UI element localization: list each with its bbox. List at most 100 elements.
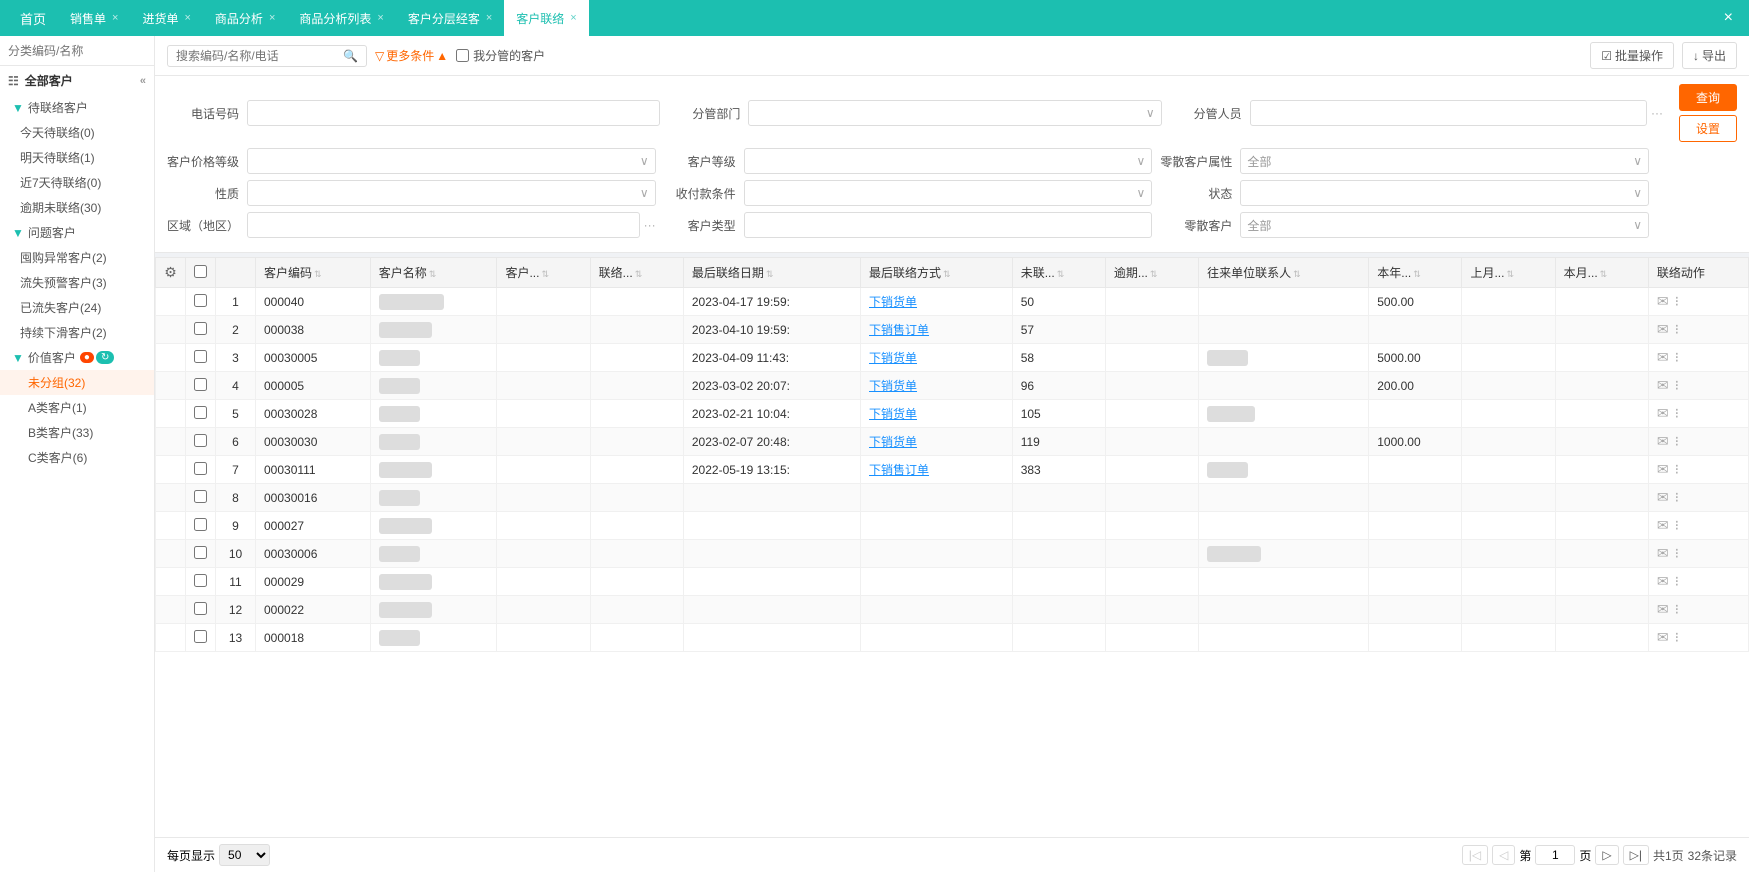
prev-page-btn[interactable]: ◁ <box>1492 845 1515 865</box>
per-page-select[interactable]: 50 100 200 <box>219 844 270 866</box>
value-customer-group[interactable]: ▼ 价值客户 ● ↻ <box>0 345 154 370</box>
close-purchase-tab[interactable]: × <box>184 12 190 24</box>
more-icon[interactable]: ⁝ <box>1675 489 1679 506</box>
nav-tab-customer-segment[interactable]: 客户分层经客 × <box>396 0 504 36</box>
sidebar-item-tomorrow[interactable]: 明天待联络(1) <box>0 145 154 170</box>
filter-person-input[interactable] <box>1250 100 1647 126</box>
contact-icon[interactable]: ✉ <box>1657 321 1669 338</box>
sidebar-item-overdue[interactable]: 逾期未联络(30) <box>0 195 154 220</box>
problem-customer-group[interactable]: ▼ 问题客户 <box>0 220 154 245</box>
row-checkbox[interactable] <box>194 434 207 447</box>
select-all-checkbox[interactable] <box>194 265 207 278</box>
sidebar-item-b-class[interactable]: B类客户(33) <box>0 420 154 445</box>
more-icon[interactable]: ⁝ <box>1675 629 1679 646</box>
sidebar-item-7days[interactable]: 近7天待联络(0) <box>0 170 154 195</box>
contact-method-link[interactable]: 下销货单 <box>869 351 917 365</box>
query-button[interactable]: 查询 <box>1679 84 1737 111</box>
page-number-input[interactable] <box>1535 845 1575 865</box>
th-code[interactable]: 客户编码⇅ <box>256 258 371 288</box>
contact-method-link[interactable]: 下销货单 <box>869 295 917 309</box>
more-icon[interactable]: ⁝ <box>1675 321 1679 338</box>
close-product-analysis-list-tab[interactable]: × <box>377 12 383 24</box>
th-settings[interactable]: ⚙ <box>156 258 186 288</box>
reset-button[interactable]: 设置 <box>1679 115 1737 142</box>
row-checkbox[interactable] <box>194 294 207 307</box>
row-checkbox[interactable] <box>194 406 207 419</box>
row-checkbox[interactable] <box>194 378 207 391</box>
more-icon[interactable]: ⁝ <box>1675 573 1679 590</box>
contact-icon[interactable]: ✉ <box>1657 517 1669 534</box>
last-page-btn[interactable]: ▷| <box>1623 845 1649 865</box>
more-icon[interactable]: ⁝ <box>1675 405 1679 422</box>
sidebar-all-customers[interactable]: ☷ 全部客户 « <box>0 66 154 95</box>
th-type[interactable]: 客户...⇅ <box>497 258 590 288</box>
th-last-contact-method[interactable]: 最后联络方式⇅ <box>861 258 1013 288</box>
contact-icon[interactable]: ✉ <box>1657 545 1669 562</box>
contact-icon[interactable]: ✉ <box>1657 433 1669 450</box>
row-checkbox[interactable] <box>194 574 207 587</box>
contact-method-link[interactable]: 下销售订单 <box>869 463 929 477</box>
pending-contact-group[interactable]: ▼ 待联络客户 <box>0 95 154 120</box>
th-name[interactable]: 客户名称⇅ <box>370 258 497 288</box>
row-checkbox[interactable] <box>194 546 207 559</box>
row-checkbox[interactable] <box>194 350 207 363</box>
nav-tab-customer-contact[interactable]: 客户联络 × <box>504 0 588 36</box>
filter-region-input[interactable] <box>247 212 640 238</box>
filter-phone-input[interactable] <box>247 100 660 126</box>
more-icon[interactable]: ⁝ <box>1675 601 1679 618</box>
contact-icon[interactable]: ✉ <box>1657 377 1669 394</box>
contact-icon[interactable]: ✉ <box>1657 461 1669 478</box>
th-last-contact-date[interactable]: 最后联络日期⇅ <box>683 258 860 288</box>
sidebar-item-ungrouped[interactable]: 未分组(32) <box>0 370 154 395</box>
more-icon[interactable]: ⁝ <box>1675 517 1679 534</box>
th-no-contact[interactable]: 未联...⇅ <box>1012 258 1105 288</box>
filter-cust-level-select[interactable]: ∨ <box>744 148 1153 174</box>
nav-home[interactable]: 首页 <box>8 9 58 28</box>
refresh-icon[interactable]: ↻ <box>96 351 114 364</box>
row-checkbox[interactable] <box>194 322 207 335</box>
filter-scatter-attr-select[interactable]: 全部 ∨ <box>1240 148 1649 174</box>
th-last-month[interactable]: 上月...⇅ <box>1462 258 1555 288</box>
nav-tab-product-analysis[interactable]: 商品分析 × <box>203 0 287 36</box>
contact-icon[interactable]: ✉ <box>1657 573 1669 590</box>
contact-icon[interactable]: ✉ <box>1657 629 1669 646</box>
contact-icon[interactable]: ✉ <box>1657 293 1669 310</box>
my-customers-check[interactable]: 我分管的客户 <box>456 47 545 64</box>
more-icon[interactable]: ⁝ <box>1675 349 1679 366</box>
row-checkbox[interactable] <box>194 462 207 475</box>
th-overdue[interactable]: 逾期...⇅ <box>1105 258 1198 288</box>
sidebar-item-c-class[interactable]: C类客户(6) <box>0 445 154 470</box>
row-checkbox[interactable] <box>194 602 207 615</box>
more-icon[interactable]: ⁝ <box>1675 377 1679 394</box>
more-icon[interactable]: ⁝ <box>1675 293 1679 310</box>
close-customer-segment-tab[interactable]: × <box>486 12 492 24</box>
th-this-year[interactable]: 本年...⇅ <box>1369 258 1462 288</box>
next-page-btn[interactable]: ▷ <box>1595 845 1618 865</box>
contact-icon[interactable]: ✉ <box>1657 601 1669 618</box>
nav-tab-product-analysis-list[interactable]: 商品分析列表 × <box>287 0 395 36</box>
search-icon[interactable]: 🔍 <box>343 49 358 63</box>
export-button[interactable]: ↓ 导出 <box>1682 42 1737 69</box>
search-input[interactable] <box>176 49 343 63</box>
filter-nature-select[interactable]: ∨ <box>247 180 656 206</box>
sidebar-item-today[interactable]: 今天待联络(0) <box>0 120 154 145</box>
my-customers-checkbox[interactable] <box>456 49 469 62</box>
close-all-button[interactable]: × <box>1716 9 1741 27</box>
nav-tab-sales[interactable]: 销售单 × <box>58 0 130 36</box>
sidebar-item-churn-warning[interactable]: 流失预警客户(3) <box>0 270 154 295</box>
contact-method-link[interactable]: 下销售订单 <box>869 323 929 337</box>
sidebar-item-a-class[interactable]: A类客户(1) <box>0 395 154 420</box>
nav-tab-purchase[interactable]: 进货单 × <box>130 0 202 36</box>
settings-gear-icon[interactable]: ⚙ <box>164 264 177 280</box>
more-icon[interactable]: ⁝ <box>1675 461 1679 478</box>
sidebar-item-churned[interactable]: 已流失客户(24) <box>0 295 154 320</box>
close-product-analysis-tab[interactable]: × <box>269 12 275 24</box>
more-icon[interactable]: ⁝ <box>1675 545 1679 562</box>
filter-payment-select[interactable]: ∨ <box>744 180 1153 206</box>
contact-method-link[interactable]: 下销货单 <box>869 407 917 421</box>
person-dots-btn[interactable]: ··· <box>1651 106 1663 120</box>
sidebar-collapse-icon[interactable]: « <box>140 75 146 87</box>
more-filters-btn[interactable]: ▽ 更多条件 ▲ <box>375 47 448 64</box>
sidebar-item-abnormal[interactable]: 囤购异常客户(2) <box>0 245 154 270</box>
sidebar-search-input[interactable] <box>8 44 155 58</box>
